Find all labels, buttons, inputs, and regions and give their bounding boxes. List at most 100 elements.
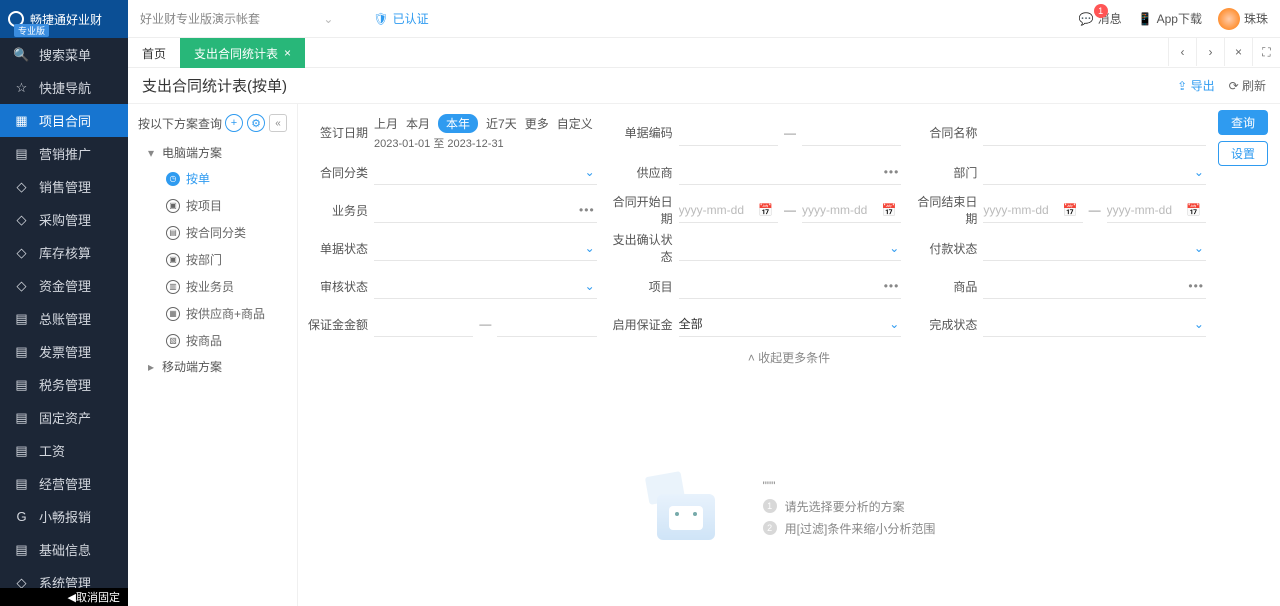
label-bill-code: 单据编码 — [607, 124, 673, 141]
messages-button[interactable]: 💬 消息 1 — [1079, 10, 1122, 27]
tabs-close-all-button[interactable]: × — [1224, 38, 1252, 66]
tree-node-pc[interactable]: ▾ 电脑端方案 — [134, 140, 291, 165]
guarantee-from[interactable] — [374, 311, 473, 337]
query-button[interactable]: 查询 — [1218, 110, 1268, 135]
sidebar-item-7[interactable]: ◇资金管理 — [0, 269, 128, 302]
contract-cat-select[interactable]: ⌄ — [374, 159, 597, 185]
label-confirm-status: 支出确认状态 — [607, 231, 673, 265]
shield-icon: 🛡 — [373, 12, 388, 26]
chevron-down-icon: ⌄ — [585, 279, 595, 293]
date-preset[interactable]: 近7天 — [486, 115, 517, 132]
date-preset[interactable]: 自定义 — [557, 115, 593, 132]
sidebar-icon: ☆ — [14, 80, 29, 95]
sidebar-item-13[interactable]: ▤经营管理 — [0, 467, 128, 500]
close-icon[interactable]: × — [284, 46, 291, 60]
sidebar-icon: ▤ — [14, 311, 29, 326]
sidebar-item-4[interactable]: ◇销售管理 — [0, 170, 128, 203]
supplier-picker[interactable]: ••• — [679, 159, 902, 185]
sidebar-item-11[interactable]: ▤固定资产 — [0, 401, 128, 434]
settings-button[interactable]: 设置 — [1218, 141, 1268, 166]
fullscreen-button[interactable]: ⛶ — [1252, 38, 1280, 66]
finish-status-select[interactable]: ⌄ — [983, 311, 1206, 337]
sidebar-item-0[interactable]: 🔍搜索菜单 — [0, 38, 128, 71]
sidebar-unpin[interactable]: ◀ 取消固定 — [0, 588, 128, 606]
empty-illustration — [643, 470, 733, 550]
scheme-leaf-1[interactable]: ▣按项目 — [134, 192, 291, 219]
scheme-collapse-button[interactable]: « — [269, 114, 287, 132]
scheme-settings-button[interactable]: ⚙ — [247, 114, 265, 132]
scheme-leaf-5[interactable]: ▦按供应商+商品 — [134, 300, 291, 327]
app-download-button[interactable]: 📱 App下载 — [1138, 10, 1202, 27]
contract-name-input[interactable] — [983, 120, 1206, 146]
goods-picker[interactable]: ••• — [983, 273, 1206, 299]
date-preset[interactable]: 上月 — [374, 115, 398, 132]
dept-select[interactable]: ⌄ — [983, 159, 1206, 185]
sidebar-icon: ▤ — [14, 377, 29, 392]
logo-sub: 专业版 — [14, 24, 49, 37]
scheme-leaf-0[interactable]: ◷按单 — [134, 165, 291, 192]
salesman-picker[interactable]: ••• — [374, 197, 597, 223]
leaf-icon: ▥ — [166, 280, 180, 294]
sidebar-item-8[interactable]: ▤总账管理 — [0, 302, 128, 335]
audit-status-select[interactable]: ⌄ — [374, 273, 597, 299]
start-date-from[interactable]: 📅 — [679, 197, 778, 223]
calendar-icon: 📅 — [1186, 203, 1201, 217]
sidebar-icon: ◇ — [14, 245, 29, 260]
chevron-up-icon: ˄ — [748, 351, 755, 365]
sidebar-item-3[interactable]: ▤营销推广 — [0, 137, 128, 170]
collapse-filters-button[interactable]: ˄ 收起更多条件 — [302, 341, 1276, 374]
chat-icon: 💬 — [1079, 12, 1094, 26]
label-supplier: 供应商 — [607, 164, 673, 181]
bill-code-from[interactable] — [679, 120, 778, 146]
tab-current[interactable]: 支出合同统计表 × — [180, 38, 305, 68]
project-picker[interactable]: ••• — [679, 273, 902, 299]
tab-home[interactable]: 首页 — [128, 38, 180, 68]
scheme-leaf-4[interactable]: ▥按业务员 — [134, 273, 291, 300]
sidebar-item-14[interactable]: G小畅报销 — [0, 500, 128, 533]
export-button[interactable]: ⇪ 导出 — [1177, 77, 1214, 94]
user-menu[interactable]: 珠珠 — [1218, 8, 1268, 30]
sidebar-item-12[interactable]: ▤工资 — [0, 434, 128, 467]
date-preset[interactable]: 更多 — [525, 115, 549, 132]
chevron-down-icon: ⌄ — [585, 165, 595, 179]
tabs-prev-button[interactable]: ‹ — [1168, 38, 1196, 66]
refresh-button[interactable]: ⟳ 刷新 — [1229, 77, 1266, 94]
tabs-next-button[interactable]: › — [1196, 38, 1224, 66]
end-date-from[interactable]: 📅 — [983, 197, 1082, 223]
label-bill-status: 单据状态 — [302, 240, 368, 257]
step-1-text: 请先选择要分析的方案 — [785, 498, 905, 515]
sidebar-item-6[interactable]: ◇库存核算 — [0, 236, 128, 269]
chevron-down-icon: ⌄ — [889, 241, 899, 255]
scheme-leaf-6[interactable]: ▧按商品 — [134, 327, 291, 354]
end-date-to[interactable]: 📅 — [1107, 197, 1206, 223]
label-project: 项目 — [607, 278, 673, 295]
scheme-add-button[interactable]: + — [225, 114, 243, 132]
guarantee-to[interactable] — [497, 311, 596, 337]
sidebar-icon: ▤ — [14, 344, 29, 359]
sidebar-item-10[interactable]: ▤税务管理 — [0, 368, 128, 401]
date-presets: 上月本月本年近7天更多自定义 — [374, 114, 597, 133]
confirm-status-select[interactable]: ⌄ — [679, 235, 902, 261]
sidebar-item-5[interactable]: ◇采购管理 — [0, 203, 128, 236]
sidebar-item-9[interactable]: ▤发票管理 — [0, 335, 128, 368]
sidebar-item-2[interactable]: ▦项目合同 — [0, 104, 128, 137]
scheme-leaf-3[interactable]: ▣按部门 — [134, 246, 291, 273]
sidebar-icon: G — [14, 509, 29, 524]
pay-status-select[interactable]: ⌄ — [983, 235, 1206, 261]
date-preset[interactable]: 本年 — [438, 114, 478, 133]
guarantee-enable-select[interactable]: 全部 ⌄ — [679, 311, 902, 337]
date-preset[interactable]: 本月 — [406, 115, 430, 132]
scheme-leaf-2[interactable]: ▤按合同分类 — [134, 219, 291, 246]
avatar — [1218, 8, 1240, 30]
tree-node-mobile[interactable]: ▸ 移动端方案 — [134, 354, 291, 379]
content: 按以下方案查询 + ⚙ « ▾ 电脑端方案 ◷按单▣按项目▤按合同分类▣按部门▥… — [128, 104, 1280, 606]
sidebar-item-1[interactable]: ☆快捷导航 — [0, 71, 128, 104]
label-guarantee-enable: 启用保证金 — [607, 316, 673, 333]
chevron-down-icon: ⌄ — [889, 317, 899, 331]
start-date-to[interactable]: 📅 — [802, 197, 901, 223]
sidebar-item-15[interactable]: ▤基础信息 — [0, 533, 128, 566]
tenant-select[interactable]: 好业财专业版演示帐套 ⌄ — [140, 10, 333, 27]
bill-code-to[interactable] — [802, 120, 901, 146]
label-start-date: 合同开始日期 — [607, 193, 673, 227]
bill-status-select[interactable]: ⌄ — [374, 235, 597, 261]
